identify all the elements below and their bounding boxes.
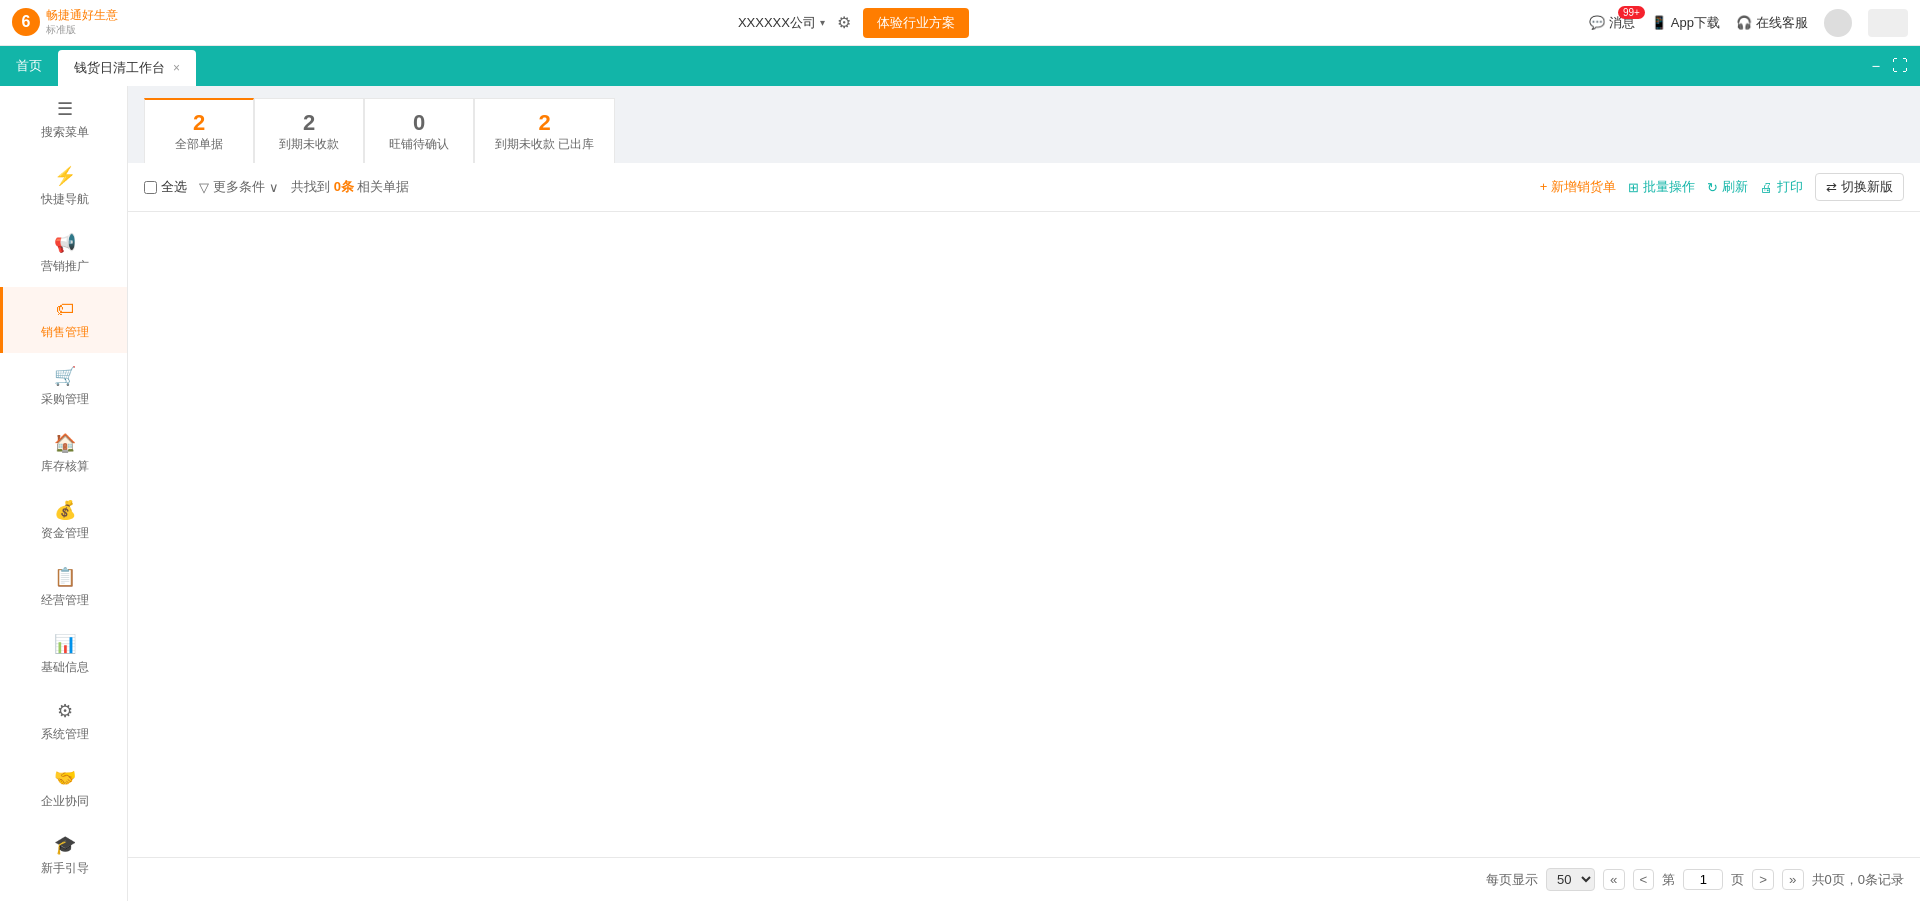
- guide-icon: 🎓: [54, 834, 76, 856]
- sidebar-item-finance[interactable]: 💰 资金管理: [0, 487, 127, 554]
- online-service-button[interactable]: 🎧 在线客服: [1736, 14, 1808, 32]
- filter-tab-shipped[interactable]: 2 到期未收款 已出库: [474, 98, 615, 163]
- logo-badge: 标准版: [46, 23, 118, 37]
- avatar[interactable]: [1824, 9, 1852, 37]
- result-count: 0条: [334, 179, 354, 194]
- company-area[interactable]: XXXXXX公司 ▾ ⚙ 体验行业方案: [738, 8, 969, 38]
- search-menu-icon: ☰: [57, 98, 73, 120]
- main-layout: ☰ 搜索菜单 ⚡ 快捷导航 📢 营销推广 🏷 销售管理 🛒 采购管理 🏠 库存核…: [0, 86, 1920, 901]
- sidebar-item-system[interactable]: ⚙ 系统管理: [0, 688, 127, 755]
- operations-icon: 📋: [54, 566, 76, 588]
- inventory-icon: 🏠: [54, 432, 76, 454]
- first-page-button[interactable]: «: [1603, 869, 1624, 890]
- logo-text: 畅捷通好生意: [46, 8, 118, 22]
- chevron-down-icon[interactable]: ▾: [820, 17, 825, 28]
- trial-button[interactable]: 体验行业方案: [863, 8, 969, 38]
- headset-icon: 🎧: [1736, 15, 1752, 30]
- quick-nav-icon: ⚡: [54, 165, 76, 187]
- page-size-select[interactable]: 50: [1546, 868, 1595, 891]
- filter-tab-all[interactable]: 2 全部单据: [144, 98, 254, 163]
- sidebar-item-collab[interactable]: 🤝 企业协同: [0, 755, 127, 822]
- tab-active[interactable]: 钱货日清工作台 ×: [58, 50, 196, 86]
- settings-button[interactable]: ⚙: [837, 13, 851, 32]
- prev-page-button[interactable]: <: [1633, 869, 1655, 890]
- next-page-button[interactable]: >: [1752, 869, 1774, 890]
- sidebar-item-basics[interactable]: 📊 基础信息: [0, 621, 127, 688]
- top-header: 6 畅捷通好生意 标准版 XXXXXX公司 ▾ ⚙ 体验行业方案 💬 消息 99…: [0, 0, 1920, 46]
- filter-tab-shipped-count: 2: [539, 110, 551, 136]
- sidebar-item-operations[interactable]: 📋 经营管理: [0, 554, 127, 621]
- select-all-input[interactable]: [144, 181, 157, 194]
- toolbar-right: + 新增销货单 ⊞ 批量操作 ↻ 刷新 🖨 打印 ⇄ 切换新版: [1540, 173, 1904, 201]
- sidebar-item-quicknav[interactable]: ⚡ 快捷导航: [0, 153, 127, 220]
- message-button[interactable]: 💬 消息 99+: [1589, 14, 1635, 32]
- print-button[interactable]: 🖨 打印: [1760, 178, 1803, 196]
- page-suffix: 页: [1731, 871, 1744, 889]
- sidebar-item-inventory[interactable]: 🏠 库存核算: [0, 420, 127, 487]
- switch-version-button[interactable]: ⇄ 切换新版: [1815, 173, 1904, 201]
- select-all-checkbox[interactable]: 全选: [144, 178, 187, 196]
- basics-icon: 📊: [54, 633, 76, 655]
- more-filter-button[interactable]: ▽ 更多条件 ∨: [199, 178, 279, 196]
- sidebar-item-apps[interactable]: 📱 应用中心: [0, 889, 127, 901]
- sidebar-item-marketing[interactable]: 📢 营销推广: [0, 220, 127, 287]
- batch-icon: ⊞: [1628, 180, 1639, 195]
- company-name: XXXXXX公司: [738, 14, 816, 32]
- filter-icon: ▽: [199, 180, 209, 195]
- filter-tab-all-label: 全部单据: [175, 136, 223, 153]
- app-download-button[interactable]: 📱 App下载: [1651, 14, 1720, 32]
- filter-tab-overdue-count: 2: [303, 110, 315, 136]
- content-area: 2 全部单据 2 到期未收款 0 旺铺待确认 2 到期未收款 已出库 全选: [128, 86, 1920, 901]
- empty-state: [128, 212, 1920, 857]
- bell-icon: 💬: [1589, 15, 1605, 30]
- filter-tab-shipped-label: 到期未收款 已出库: [495, 136, 594, 153]
- logo-icon: 6: [12, 8, 40, 36]
- page-prefix: 第: [1662, 871, 1675, 889]
- filter-tab-wangpu[interactable]: 0 旺铺待确认: [364, 98, 474, 163]
- total-info: 共0页，0条记录: [1812, 871, 1904, 889]
- tab-bar-actions: － ⛶: [1868, 56, 1920, 77]
- sidebar-item-search[interactable]: ☰ 搜索菜单: [0, 86, 127, 153]
- logo-area: 6 畅捷通好生意 标准版: [12, 8, 118, 36]
- print-icon: 🖨: [1760, 180, 1773, 195]
- sidebar-item-guide[interactable]: 🎓 新手引导: [0, 822, 127, 889]
- filter-tabs: 2 全部单据 2 到期未收款 0 旺铺待确认 2 到期未收款 已出库: [128, 86, 1920, 163]
- marketing-icon: 📢: [54, 232, 76, 254]
- switch-icon: ⇄: [1826, 180, 1837, 195]
- page-size-label: 每页显示: [1486, 871, 1538, 889]
- finance-icon: 💰: [54, 499, 76, 521]
- sidebar-item-purchase[interactable]: 🛒 采购管理: [0, 353, 127, 420]
- filter-tab-all-count: 2: [193, 110, 205, 136]
- minimize-button[interactable]: －: [1868, 56, 1884, 77]
- pagination-bar: 每页显示 50 « < 第 页 > » 共0页，0条记录: [128, 857, 1920, 901]
- purchase-icon: 🛒: [54, 365, 76, 387]
- sales-icon: 🏷: [56, 299, 74, 320]
- system-icon: ⚙: [57, 700, 73, 722]
- header-right: 💬 消息 99+ 📱 App下载 🎧 在线客服: [1589, 9, 1908, 37]
- maximize-button[interactable]: ⛶: [1892, 57, 1908, 75]
- batch-operation-button[interactable]: ⊞ 批量操作: [1628, 178, 1695, 196]
- tab-close-icon[interactable]: ×: [173, 61, 180, 75]
- filter-tab-overdue[interactable]: 2 到期未收款: [254, 98, 364, 163]
- add-sale-button[interactable]: + 新增销货单: [1540, 178, 1616, 196]
- tab-bar: 首页 钱货日清工作台 × － ⛶: [0, 46, 1920, 86]
- toolbar: 全选 ▽ 更多条件 ∨ 共找到 0条 相关单据 + 新增销货单 ⊞ 批量操作 ↻: [128, 163, 1920, 212]
- filter-tab-wangpu-count: 0: [413, 110, 425, 136]
- refresh-button[interactable]: ↻ 刷新: [1707, 178, 1748, 196]
- collab-icon: 🤝: [54, 767, 76, 789]
- tab-home[interactable]: 首页: [0, 46, 58, 86]
- filter-tab-overdue-label: 到期未收款: [279, 136, 339, 153]
- chevron-down-icon: ∨: [269, 180, 279, 195]
- filter-tab-wangpu-label: 旺铺待确认: [389, 136, 449, 153]
- table-area: [128, 212, 1920, 857]
- username-display: [1868, 9, 1908, 37]
- sidebar: ☰ 搜索菜单 ⚡ 快捷导航 📢 营销推广 🏷 销售管理 🛒 采购管理 🏠 库存核…: [0, 86, 128, 901]
- result-text: 共找到 0条 相关单据: [291, 178, 409, 196]
- page-input[interactable]: [1683, 869, 1723, 890]
- last-page-button[interactable]: »: [1782, 869, 1803, 890]
- download-icon: 📱: [1651, 15, 1667, 30]
- sidebar-item-sales[interactable]: 🏷 销售管理: [0, 287, 127, 353]
- message-badge: 99+: [1618, 6, 1645, 19]
- refresh-icon: ↻: [1707, 180, 1718, 195]
